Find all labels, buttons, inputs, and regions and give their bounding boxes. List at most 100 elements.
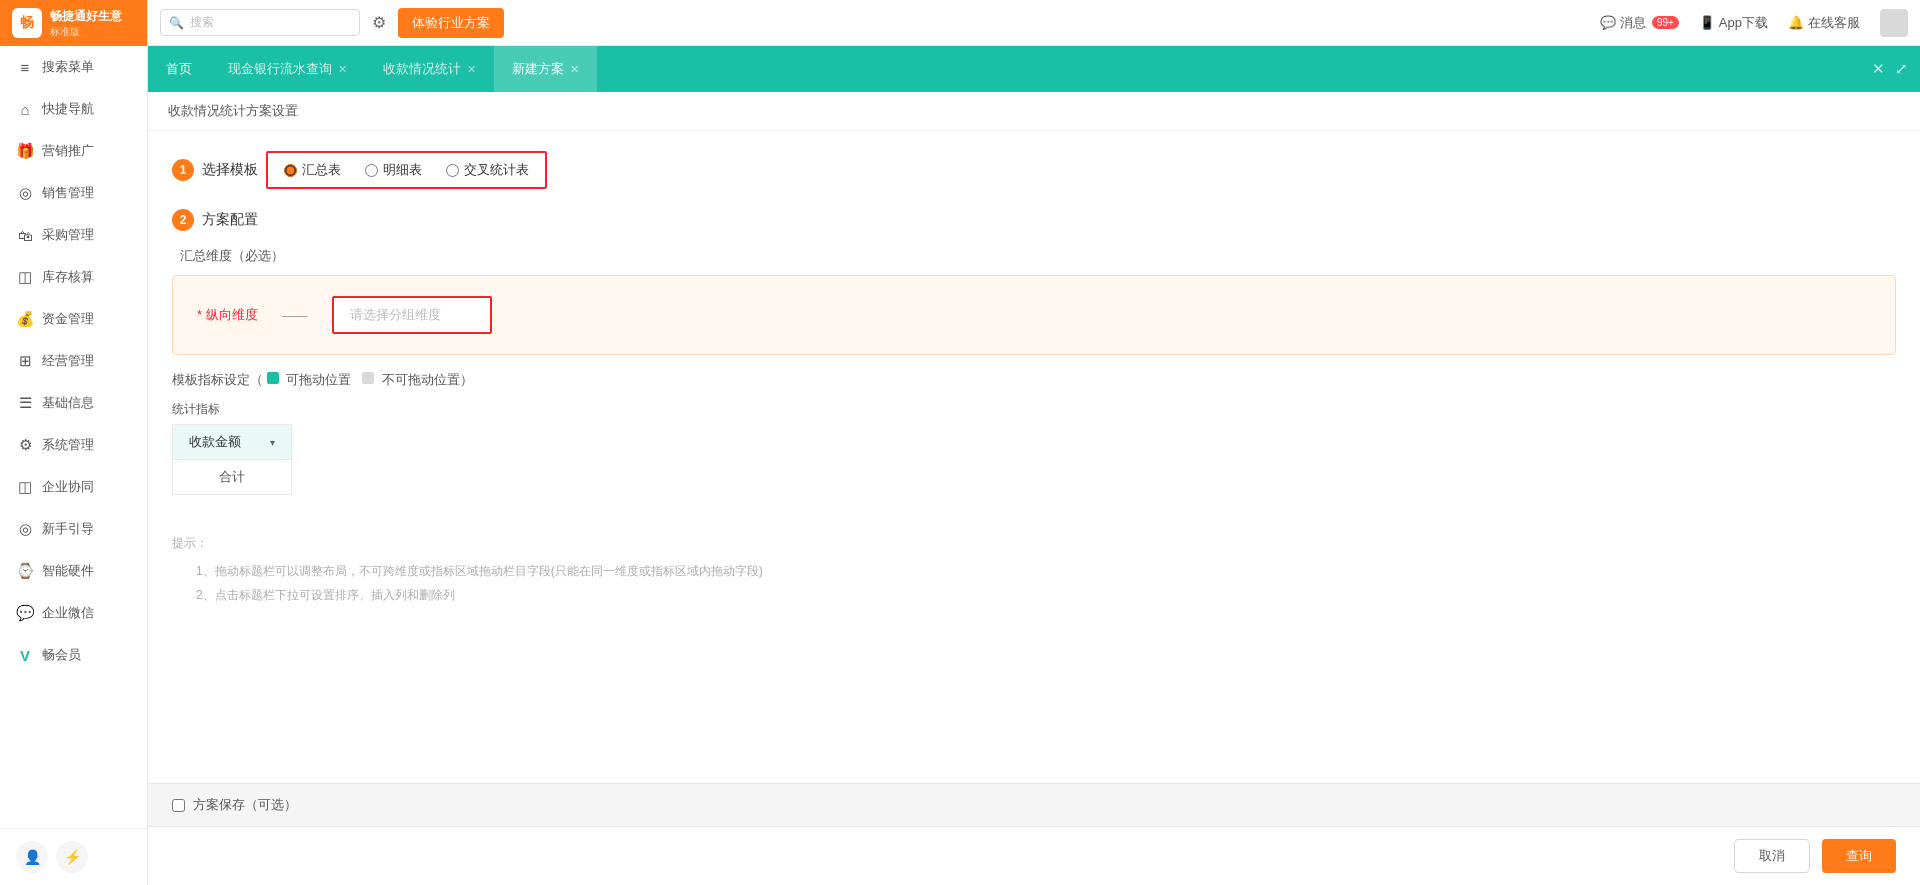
- tab-close-new-plan[interactable]: ✕: [570, 63, 579, 76]
- arrow-symbol: ——: [282, 308, 308, 323]
- radio-detail[interactable]: 明细表: [365, 161, 422, 179]
- logo-icon: 畅: [12, 8, 42, 38]
- message-icon: 💬: [1600, 15, 1616, 30]
- radio-cross[interactable]: 交叉统计表: [446, 161, 529, 179]
- stats-label: 统计指标: [172, 401, 1896, 418]
- inventory-icon: ◫: [16, 268, 34, 286]
- main-area: 🔍 搜索 ⚙ 体验行业方案 💬 消息 99+ 📱 App下载 🔔 在线客服 首页: [148, 0, 1920, 885]
- online-service-item[interactable]: 🔔 在线客服: [1788, 14, 1860, 32]
- app-download-item[interactable]: 📱 App下载: [1699, 14, 1768, 32]
- tab-close-receipts[interactable]: ✕: [467, 63, 476, 76]
- non-draggable-dot: [362, 372, 374, 384]
- sidebar-item-operations[interactable]: ⊞ 经营管理: [0, 340, 147, 382]
- radio-cross-label: 交叉统计表: [464, 161, 529, 179]
- tab-close-bank-flow[interactable]: ✕: [338, 63, 347, 76]
- tip2: 2、点击标题栏下拉可设置排序、插入列和删除列: [196, 583, 1896, 607]
- action-bar: 取消 查询: [148, 826, 1920, 885]
- metric-settings-title: 模板指标设定（ 可拖动位置 不可拖动位置）: [172, 371, 473, 389]
- save-label[interactable]: 方案保存（可选）: [193, 796, 297, 814]
- draggable-label: 可拖动位置: [286, 372, 351, 387]
- search-placeholder: 搜索: [190, 14, 214, 31]
- tips-section: 提示： 1、拖动标题栏可以调整布局，不可跨维度或指标区域拖动栏目字段(只能在同一…: [172, 519, 1896, 619]
- dimension-title: 汇总维度（必选）: [180, 247, 1896, 265]
- radio-detail-input[interactable]: [365, 164, 378, 177]
- logo-version: 标准版: [50, 25, 122, 39]
- sidebar-item-sales[interactable]: ◎ 销售管理: [0, 172, 147, 214]
- sidebar-item-quick-nav[interactable]: ⌂ 快捷导航: [0, 88, 147, 130]
- messages-label: 消息: [1620, 14, 1646, 32]
- section1-number: 1: [172, 159, 194, 181]
- sidebar-item-search-menu[interactable]: ≡ 搜索菜单: [0, 46, 147, 88]
- sidebar-item-purchase[interactable]: 🛍 采购管理: [0, 214, 147, 256]
- online-service-label: 在线客服: [1808, 14, 1860, 32]
- dimension-selector[interactable]: 请选择分组维度: [332, 296, 492, 334]
- wechat-icon: 💬: [16, 604, 34, 622]
- tab-home[interactable]: 首页: [148, 46, 210, 92]
- draggable-dot: [267, 372, 279, 384]
- finance-icon: 💰: [16, 310, 34, 328]
- section2-title: 方案配置: [202, 211, 258, 229]
- form-container: 1 选择模板 汇总表 明细表 交叉统计表: [148, 131, 1920, 783]
- sidebar-item-member[interactable]: V 畅会员: [0, 634, 147, 676]
- tip1: 1、拖动标题栏可以调整布局，不可跨维度或指标区域拖动栏目字段(只能在同一维度或指…: [196, 559, 1896, 583]
- sidebar: 畅 畅捷通好生意 标准版 ≡ 搜索菜单 ⌂ 快捷导航 🎁 营销推广 ◎ 销售管理…: [0, 0, 148, 885]
- radio-cross-input[interactable]: [446, 164, 459, 177]
- search-menu-icon: ≡: [16, 59, 34, 76]
- messages-item[interactable]: 💬 消息 99+: [1600, 14, 1679, 32]
- app-download-label: App下载: [1719, 14, 1768, 32]
- maximize-icon[interactable]: ⤢: [1895, 60, 1908, 78]
- template-options-box: 汇总表 明细表 交叉统计表: [266, 151, 547, 189]
- sidebar-bottom-btn1[interactable]: 👤: [16, 841, 48, 873]
- dimension-area: * 纵向维度 —— 请选择分组维度: [172, 275, 1896, 355]
- sidebar-item-marketing[interactable]: 🎁 营销推广: [0, 130, 147, 172]
- system-icon: ⚙: [16, 436, 34, 454]
- content-area: 收款情况统计方案设置 1 选择模板 汇总表 明细表: [148, 92, 1920, 885]
- cancel-button[interactable]: 取消: [1734, 839, 1810, 873]
- metric-table-cell: 合计: [173, 460, 291, 494]
- enterprise-icon: ◫: [16, 478, 34, 496]
- tab-bank-flow[interactable]: 现金银行流水查询 ✕: [210, 46, 365, 92]
- search-icon: 🔍: [169, 16, 184, 30]
- sidebar-bottom-btn2[interactable]: ⚡: [56, 841, 88, 873]
- topbar-search-box[interactable]: 🔍 搜索: [160, 9, 360, 36]
- settings-icon[interactable]: ⚙: [368, 9, 390, 36]
- section2: 2 方案配置 汇总维度（必选） * 纵向维度 —— 请选择分组维度 模板指标设定…: [172, 209, 1896, 619]
- radio-summary-label: 汇总表: [302, 161, 341, 179]
- metric-settings-header: 模板指标设定（ 可拖动位置 不可拖动位置）: [172, 371, 1896, 389]
- marketing-icon: 🎁: [16, 142, 34, 160]
- radio-detail-label: 明细表: [383, 161, 422, 179]
- radio-summary-input[interactable]: [284, 164, 297, 177]
- metric-table-header: 收款金额 ▾: [173, 425, 291, 460]
- sidebar-item-basic-info[interactable]: ☰ 基础信息: [0, 382, 147, 424]
- tab-new-plan[interactable]: 新建方案 ✕: [494, 46, 597, 92]
- section1-title: 选择模板: [202, 161, 258, 179]
- chevron-down-icon[interactable]: ▾: [270, 437, 275, 448]
- member-icon: V: [16, 647, 34, 664]
- close-window-icon[interactable]: ✕: [1872, 60, 1885, 78]
- sidebar-item-system[interactable]: ⚙ 系统管理: [0, 424, 147, 466]
- mobile-icon: 📱: [1699, 15, 1715, 30]
- metric-settings: 模板指标设定（ 可拖动位置 不可拖动位置） 统计指标 收款金额 ▾: [172, 371, 1896, 495]
- logo-text-group: 畅捷通好生意 标准版: [50, 8, 122, 39]
- service-icon: 🔔: [1788, 15, 1804, 30]
- sidebar-item-hardware[interactable]: ⌚ 智能硬件: [0, 550, 147, 592]
- sidebar-bottom: 👤 ⚡: [0, 828, 147, 885]
- sidebar-item-wechat[interactable]: 💬 企业微信: [0, 592, 147, 634]
- messages-badge: 99+: [1652, 16, 1679, 29]
- section2-header: 2 方案配置: [172, 209, 1896, 231]
- sidebar-item-inventory[interactable]: ◫ 库存核算: [0, 256, 147, 298]
- query-button[interactable]: 查询: [1822, 839, 1896, 873]
- tab-receipts[interactable]: 收款情况统计 ✕: [365, 46, 494, 92]
- section2-number: 2: [172, 209, 194, 231]
- nav-tabs: 首页 现金银行流水查询 ✕ 收款情况统计 ✕ 新建方案 ✕ ✕ ⤢: [148, 46, 1920, 92]
- trial-btn[interactable]: 体验行业方案: [398, 8, 504, 38]
- home-icon: ⌂: [16, 101, 34, 118]
- sidebar-item-enterprise[interactable]: ◫ 企业协同: [0, 466, 147, 508]
- sidebar-item-guide[interactable]: ◎ 新手引导: [0, 508, 147, 550]
- user-avatar[interactable]: [1880, 9, 1908, 37]
- guide-icon: ◎: [16, 520, 34, 538]
- sidebar-item-finance[interactable]: 💰 资金管理: [0, 298, 147, 340]
- save-checkbox[interactable]: [172, 799, 185, 812]
- tip-label: 提示：: [172, 531, 1896, 555]
- radio-summary[interactable]: 汇总表: [284, 161, 341, 179]
